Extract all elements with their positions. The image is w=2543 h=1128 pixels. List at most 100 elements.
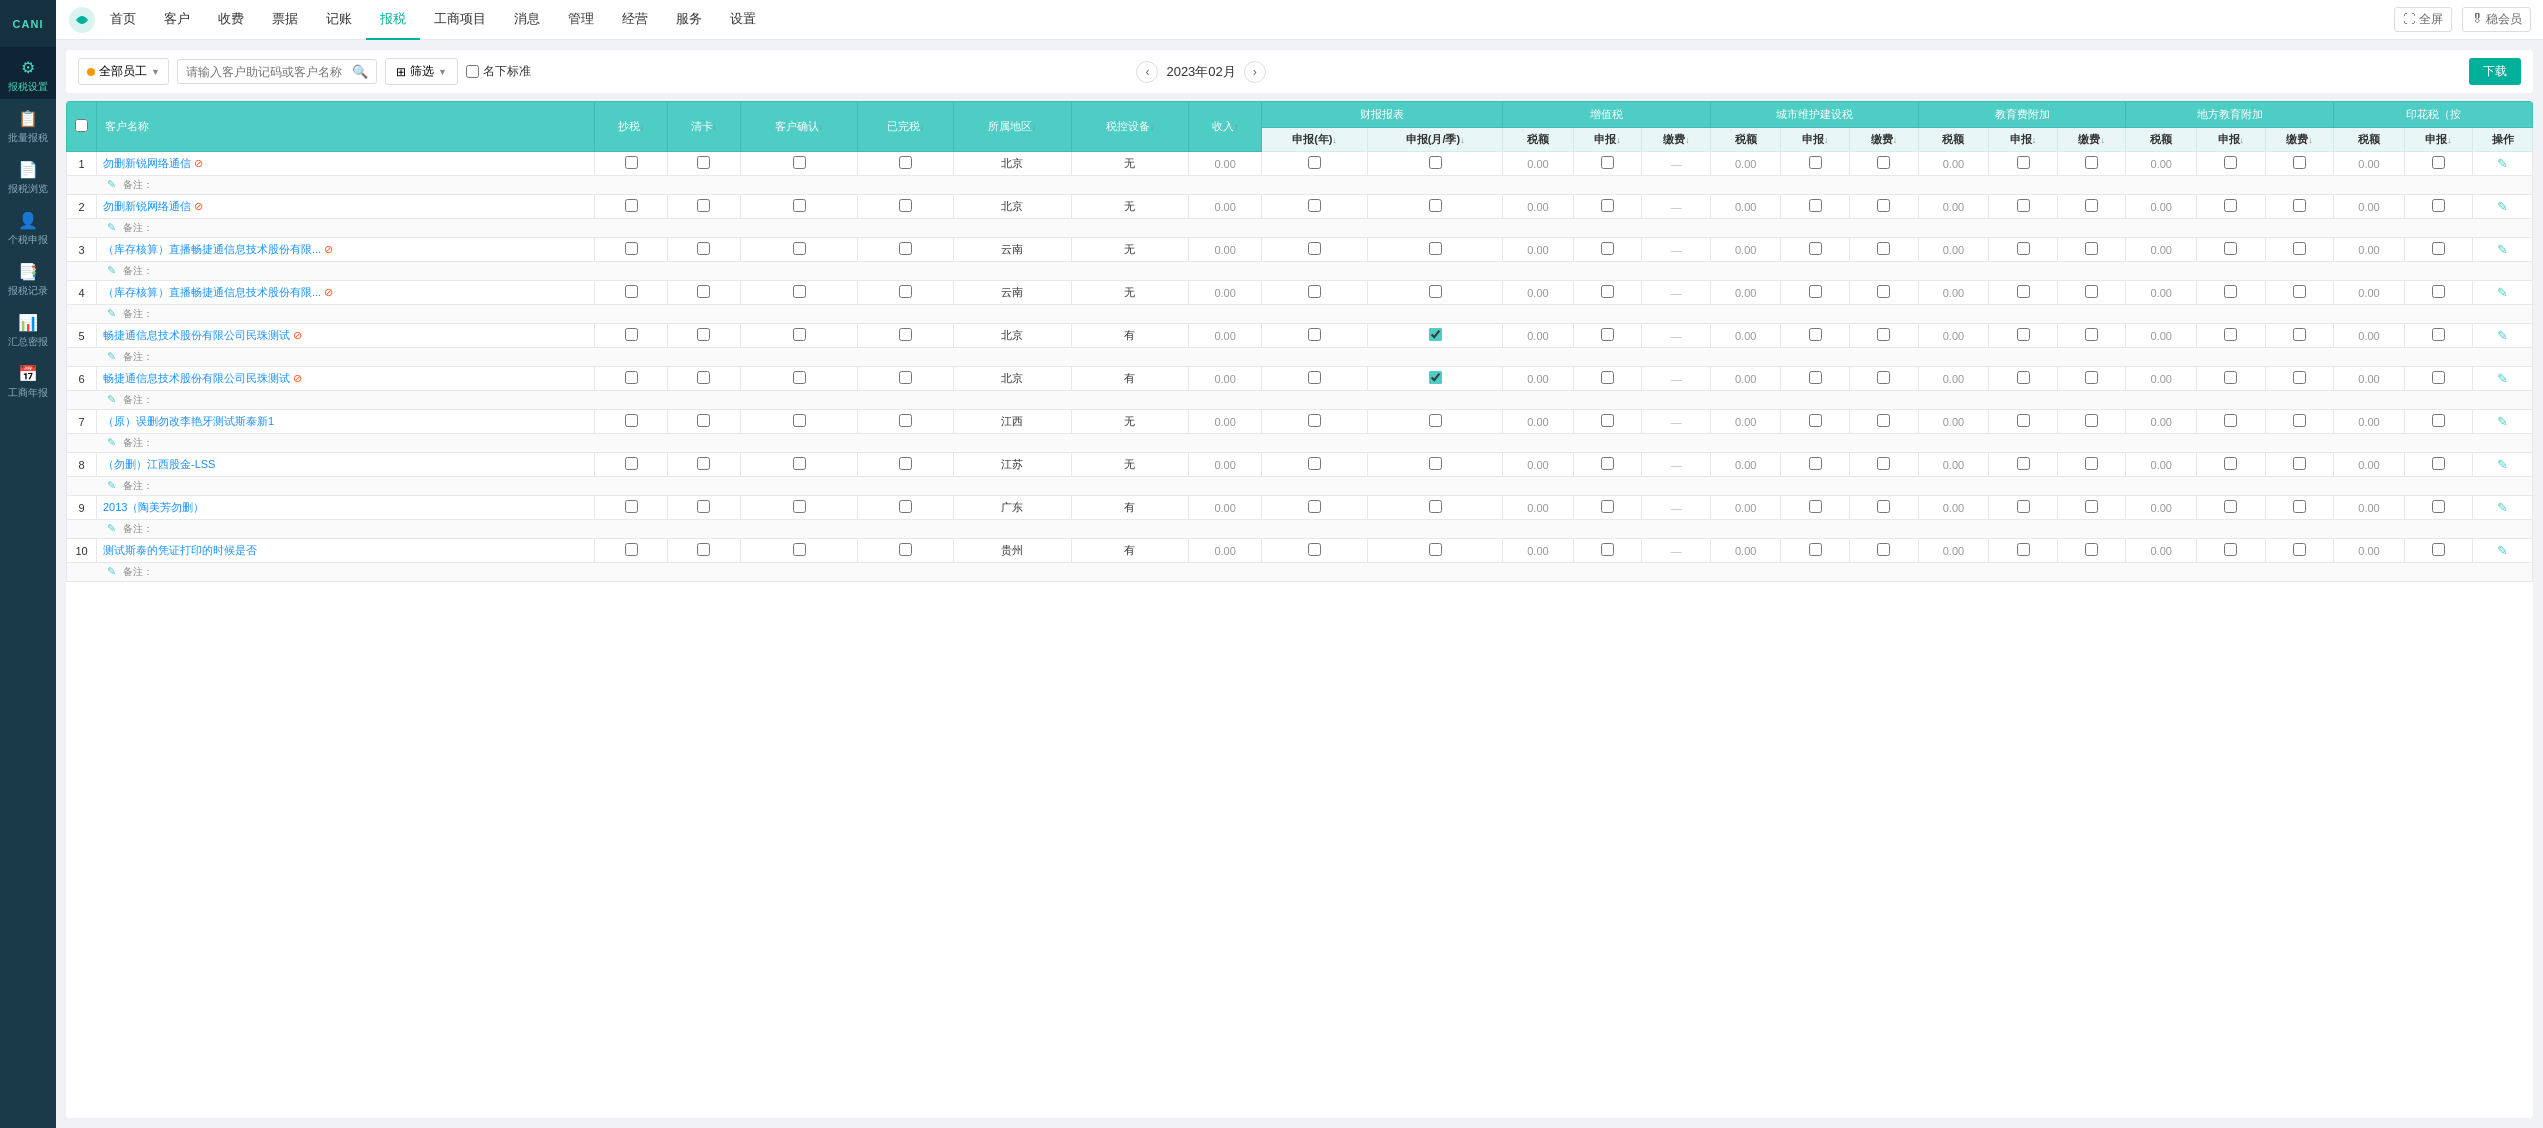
cell-qingka[interactable]: [667, 238, 740, 262]
cell-action[interactable]: ✎: [2473, 195, 2533, 219]
company-name[interactable]: 畅捷通信息技术股份有限公司民珠测试⊘: [97, 367, 595, 391]
company-name[interactable]: （库存核算）直播畅捷通信息技术股份有限...⊘: [97, 281, 595, 305]
cell-cw-year[interactable]: [1262, 453, 1368, 477]
edit-icon[interactable]: ✎: [2497, 500, 2508, 515]
cell-jyfj-jiaofei[interactable]: [2057, 324, 2126, 348]
mingxia-checkbox[interactable]: [466, 65, 479, 78]
cell-zzs-shenb[interactable]: [1573, 453, 1642, 477]
cell-cw-month[interactable]: [1368, 238, 1503, 262]
cell-csjs-jiaofei[interactable]: [1850, 281, 1919, 305]
cell-jyfj-shenb[interactable]: [1989, 410, 2058, 434]
cell-jyfj-shenb[interactable]: [1989, 539, 2058, 563]
cell-cw-year[interactable]: [1262, 367, 1368, 391]
cell-yhs-shenb[interactable]: [2404, 539, 2473, 563]
cell-cw-month[interactable]: [1368, 324, 1503, 348]
cell-yhs-shenb[interactable]: [2404, 152, 2473, 176]
nav-item-jingying[interactable]: 经营: [608, 0, 662, 40]
cell-qingka[interactable]: [667, 453, 740, 477]
nav-item-piaoju[interactable]: 票据: [258, 0, 312, 40]
cell-csjs-shenb[interactable]: [1781, 281, 1850, 305]
cell-jyfj-jiaofei[interactable]: [2057, 281, 2126, 305]
sidebar-item-baoshui-shezhi[interactable]: ⚙ 报税设置: [0, 48, 56, 99]
cell-chaoshui[interactable]: [595, 195, 668, 219]
cell-chaoshui[interactable]: [595, 367, 668, 391]
edit-icon[interactable]: ✎: [2497, 156, 2508, 171]
cell-quereng[interactable]: [740, 453, 858, 477]
edit-icon[interactable]: ✎: [2497, 371, 2508, 386]
cell-csjs-jiaofei[interactable]: [1850, 496, 1919, 520]
cell-jyfj-shenb[interactable]: [1989, 367, 2058, 391]
cell-zzs-shenb[interactable]: [1573, 195, 1642, 219]
edit-icon[interactable]: ✎: [2497, 242, 2508, 257]
cell-cw-month[interactable]: [1368, 367, 1503, 391]
cell-dfjy-shenb[interactable]: [2196, 496, 2265, 520]
cell-dfjy-shenb[interactable]: [2196, 539, 2265, 563]
cell-jyfj-jiaofei[interactable]: [2057, 539, 2126, 563]
cell-dfjy-jiaofei[interactable]: [2265, 281, 2334, 305]
cell-action[interactable]: ✎: [2473, 152, 2533, 176]
edit-icon[interactable]: ✎: [2497, 199, 2508, 214]
cell-cw-year[interactable]: [1262, 281, 1368, 305]
cell-jyfj-jiaofei[interactable]: [2057, 410, 2126, 434]
cell-cw-year[interactable]: [1262, 539, 1368, 563]
cell-cw-year[interactable]: [1262, 195, 1368, 219]
cell-cw-month[interactable]: [1368, 195, 1503, 219]
cell-dfjy-jiaofei[interactable]: [2265, 539, 2334, 563]
cell-csjs-jiaofei[interactable]: [1850, 195, 1919, 219]
sidebar-item-baoshui-jilu[interactable]: 📑 报税记录: [0, 252, 56, 303]
search-input[interactable]: [186, 65, 352, 79]
next-month-button[interactable]: ›: [1244, 61, 1266, 83]
cell-chaoshui[interactable]: [595, 281, 668, 305]
cell-chaoshui[interactable]: [595, 539, 668, 563]
cell-qingka[interactable]: [667, 195, 740, 219]
cell-dfjy-shenb[interactable]: [2196, 152, 2265, 176]
cell-yhs-shenb[interactable]: [2404, 281, 2473, 305]
cell-jyfj-jiaofei[interactable]: [2057, 453, 2126, 477]
cell-quereng[interactable]: [740, 281, 858, 305]
cell-csjs-jiaofei[interactable]: [1850, 367, 1919, 391]
cell-dfjy-jiaofei[interactable]: [2265, 367, 2334, 391]
select-all-checkbox[interactable]: [75, 119, 88, 132]
cell-quereng[interactable]: [740, 195, 858, 219]
cell-csjs-shenb[interactable]: [1781, 496, 1850, 520]
cell-quereng[interactable]: [740, 539, 858, 563]
nav-item-shoufei[interactable]: 收费: [204, 0, 258, 40]
cell-cw-year[interactable]: [1262, 496, 1368, 520]
cell-zzs-shenb[interactable]: [1573, 238, 1642, 262]
cell-cw-month[interactable]: [1368, 453, 1503, 477]
cell-chaoshui[interactable]: [595, 152, 668, 176]
cell-jyfj-jiaofei[interactable]: [2057, 152, 2126, 176]
cell-csjs-shenb[interactable]: [1781, 195, 1850, 219]
cell-quereng[interactable]: [740, 238, 858, 262]
cell-yhs-shenb[interactable]: [2404, 410, 2473, 434]
cell-dfjy-jiaofei[interactable]: [2265, 410, 2334, 434]
cell-csjs-jiaofei[interactable]: [1850, 324, 1919, 348]
cell-action[interactable]: ✎: [2473, 367, 2533, 391]
cell-yhs-shenb[interactable]: [2404, 324, 2473, 348]
cell-zzs-shenb[interactable]: [1573, 496, 1642, 520]
edit-icon[interactable]: ✎: [2497, 543, 2508, 558]
cell-wanshui[interactable]: [858, 238, 953, 262]
cell-cw-year[interactable]: [1262, 152, 1368, 176]
sidebar-item-piliang-baoshui[interactable]: 📋 批量报税: [0, 99, 56, 150]
cell-action[interactable]: ✎: [2473, 238, 2533, 262]
cell-csjs-shenb[interactable]: [1781, 324, 1850, 348]
fullscreen-button[interactable]: ⛶ 全屏: [2394, 7, 2451, 32]
cell-quereng[interactable]: [740, 496, 858, 520]
cell-dfjy-shenb[interactable]: [2196, 367, 2265, 391]
cell-qingka[interactable]: [667, 410, 740, 434]
cell-dfjy-shenb[interactable]: [2196, 238, 2265, 262]
cell-cw-month[interactable]: [1368, 539, 1503, 563]
cell-jyfj-shenb[interactable]: [1989, 496, 2058, 520]
sidebar-item-geshui[interactable]: 👤 个税申报: [0, 201, 56, 252]
cell-dfjy-shenb[interactable]: [2196, 195, 2265, 219]
cell-zzs-shenb[interactable]: [1573, 324, 1642, 348]
cell-dfjy-jiaofei[interactable]: [2265, 152, 2334, 176]
cell-csjs-shenb[interactable]: [1781, 453, 1850, 477]
cell-dfjy-shenb[interactable]: [2196, 453, 2265, 477]
cell-action[interactable]: ✎: [2473, 453, 2533, 477]
cell-action[interactable]: ✎: [2473, 281, 2533, 305]
cell-jyfj-jiaofei[interactable]: [2057, 238, 2126, 262]
cell-jyfj-jiaofei[interactable]: [2057, 195, 2126, 219]
cell-wanshui[interactable]: [858, 453, 953, 477]
